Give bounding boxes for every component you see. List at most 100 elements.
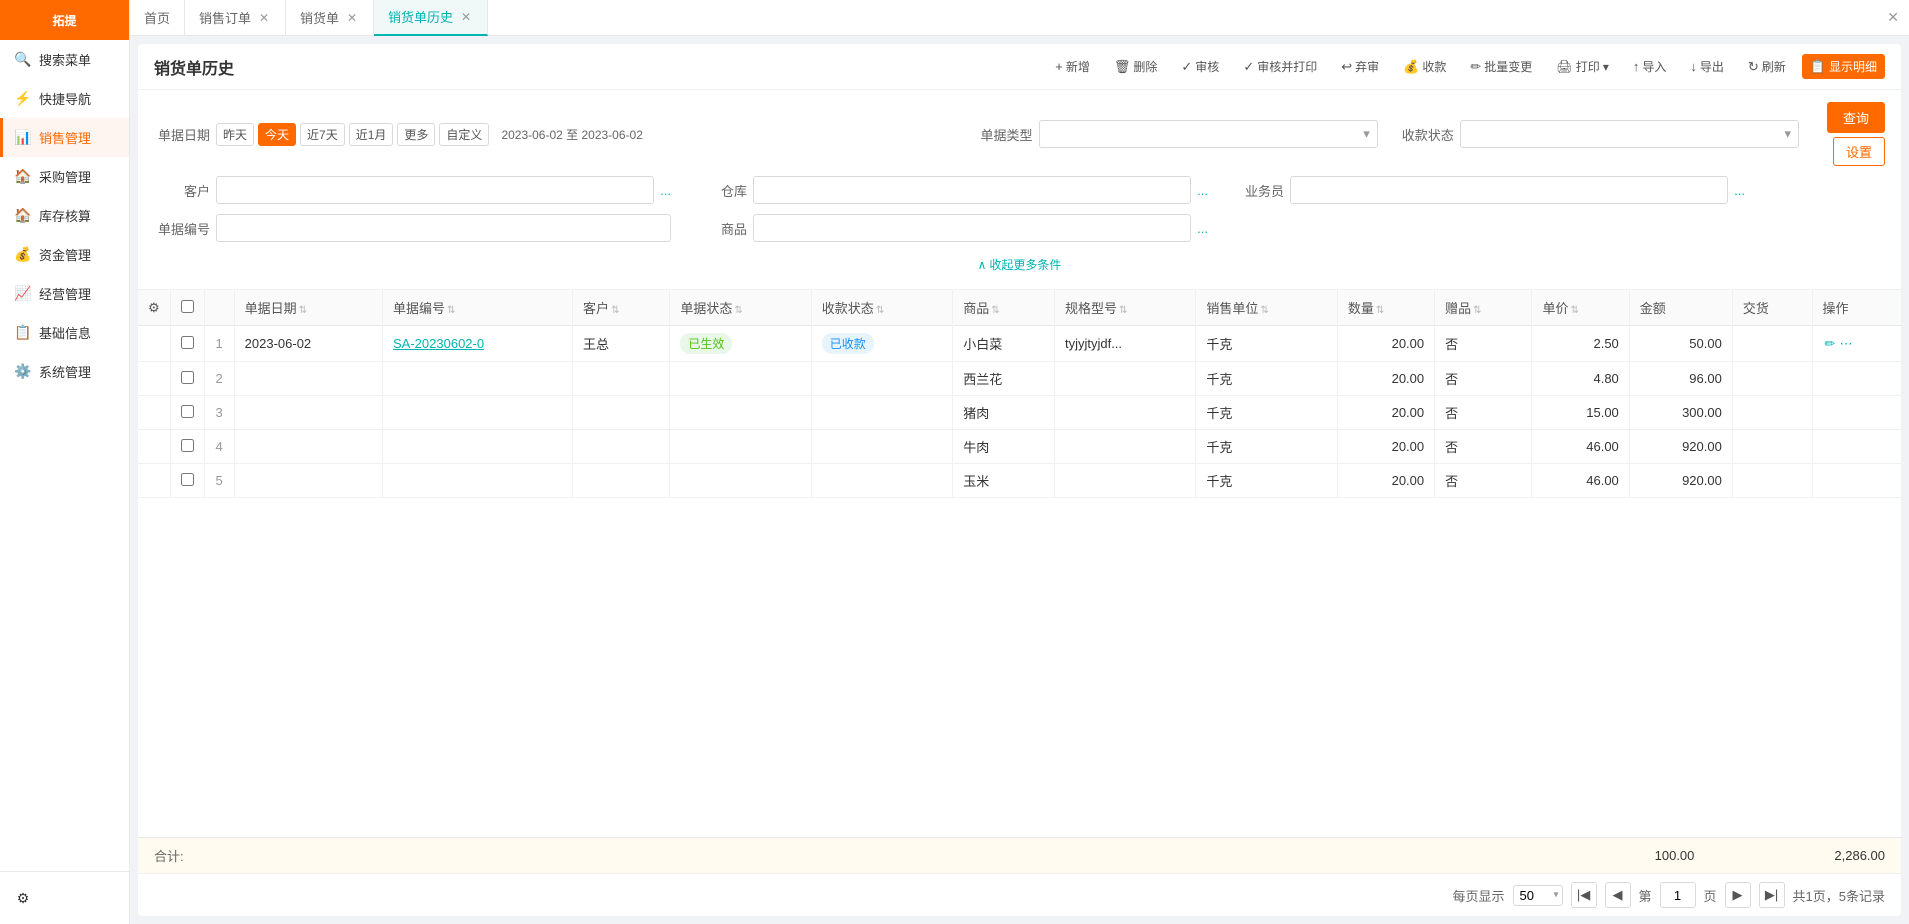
first-page-button[interactable]: |◀: [1571, 882, 1597, 908]
row-checkbox[interactable]: [170, 464, 204, 498]
filter-warehouse: 仓库 ...: [691, 176, 1208, 204]
show-details-button[interactable]: 📋 显示明细: [1802, 54, 1885, 79]
row-num: 1: [204, 326, 234, 362]
col-product[interactable]: 商品⇅: [953, 290, 1055, 326]
set-button[interactable]: 设置: [1833, 137, 1885, 166]
tab-sales-shipment-close[interactable]: ✕: [345, 11, 359, 25]
col-doc-number[interactable]: 单据编号⇅: [383, 290, 573, 326]
sidebar-item-purchase-mgmt[interactable]: 🏠 采购管理: [0, 157, 129, 196]
payment-status-select[interactable]: [1460, 120, 1799, 148]
page-title: 销货单历史: [154, 55, 234, 79]
next-page-button[interactable]: ▶: [1725, 882, 1751, 908]
tab-home[interactable]: 首页: [130, 0, 185, 36]
col-spec[interactable]: 规格型号⇅: [1054, 290, 1195, 326]
tab-bar-end: ✕: [1887, 9, 1909, 26]
page-size-select[interactable]: 20 50 100: [1513, 885, 1563, 906]
import-button[interactable]: ↑ 导入: [1625, 54, 1675, 79]
doc-type-select[interactable]: [1039, 120, 1378, 148]
sidebar-item-system-mgmt[interactable]: ⚙️ 系统管理: [0, 352, 129, 391]
row-checkbox[interactable]: [170, 396, 204, 430]
row-num: 5: [204, 464, 234, 498]
sort-gift-icon: ⇅: [1473, 305, 1481, 316]
col-checkbox[interactable]: [170, 290, 204, 326]
sidebar-item-search-menu[interactable]: 🔍 搜索菜单: [0, 40, 129, 79]
review-print-button[interactable]: ✓ 审核并打印: [1235, 54, 1325, 79]
shortcut-yesterday[interactable]: 昨天: [216, 123, 254, 146]
edit-action[interactable]: ✏: [1825, 336, 1836, 351]
customer-ellipsis[interactable]: ...: [660, 183, 671, 198]
doc-number-link[interactable]: SA-20230602-0: [393, 336, 484, 351]
row-select-checkbox[interactable]: [181, 371, 194, 384]
collapse-button[interactable]: ∧ 收起更多条件: [974, 252, 1066, 277]
shortcut-more[interactable]: 更多: [397, 123, 435, 146]
sidebar-item-sales-mgmt[interactable]: 📊 销售管理: [0, 118, 129, 157]
delete-button[interactable]: 🗑 删除: [1106, 54, 1166, 79]
sidebar-bottom-item1[interactable]: ⚙: [0, 880, 129, 916]
row-price: 15.00: [1532, 396, 1629, 430]
new-button[interactable]: + 新增: [1047, 54, 1098, 79]
col-customer[interactable]: 客户⇅: [573, 290, 670, 326]
tab-sales-shipment[interactable]: 销货单 ✕: [286, 0, 374, 36]
sidebar-item-ops-mgmt[interactable]: 📈 经营管理: [0, 274, 129, 313]
warehouse-input[interactable]: [753, 176, 1191, 204]
row-gift: 否: [1435, 326, 1532, 362]
row-select-checkbox[interactable]: [181, 336, 194, 349]
collapse-text: 收起更多条件: [989, 256, 1061, 273]
tab-sales-order-close[interactable]: ✕: [257, 11, 271, 25]
row-checkbox[interactable]: [170, 362, 204, 396]
review-button[interactable]: ✓ 审核: [1173, 54, 1227, 79]
tab-sales-order[interactable]: 销售订单 ✕: [185, 0, 286, 36]
row-transaction: [1732, 362, 1812, 396]
customer-input[interactable]: [216, 176, 654, 204]
page-number-input[interactable]: [1660, 882, 1696, 908]
shortcut-last-month[interactable]: 近1月: [349, 123, 394, 146]
doc-number-input[interactable]: [216, 214, 671, 242]
warehouse-ellipsis[interactable]: ...: [1197, 183, 1208, 198]
print-button[interactable]: 🖨 打印 ▾: [1548, 54, 1617, 79]
collect-button[interactable]: 💰 收款: [1395, 54, 1454, 79]
refresh-button[interactable]: ↻ 刷新: [1740, 54, 1794, 79]
row-amount: 920.00: [1629, 464, 1732, 498]
col-price[interactable]: 单价⇅: [1532, 290, 1629, 326]
row-select-checkbox[interactable]: [181, 439, 194, 452]
shortcut-custom[interactable]: 自定义: [439, 123, 489, 146]
export-button[interactable]: ↓ 导出: [1682, 54, 1732, 79]
col-doc-status[interactable]: 单据状态⇅: [670, 290, 811, 326]
tab-sales-history-close[interactable]: ✕: [459, 10, 473, 24]
row-transaction: [1732, 464, 1812, 498]
col-gift[interactable]: 赠品⇅: [1435, 290, 1532, 326]
sidebar-item-quick-nav[interactable]: ⚡ 快捷导航: [0, 79, 129, 118]
prev-page-button[interactable]: ◀: [1605, 882, 1631, 908]
last-page-button[interactable]: ▶|: [1759, 882, 1785, 908]
col-settings[interactable]: ⚙: [138, 290, 170, 326]
col-qty[interactable]: 数量⇅: [1337, 290, 1434, 326]
sidebar-item-inventory[interactable]: 🏠 库存核算: [0, 196, 129, 235]
row-checkbox[interactable]: [170, 326, 204, 362]
select-all-checkbox[interactable]: [181, 300, 194, 313]
col-unit[interactable]: 销售单位⇅: [1196, 290, 1337, 326]
shortcut-today[interactable]: 今天: [258, 123, 296, 146]
salesperson-ellipsis[interactable]: ...: [1734, 183, 1745, 198]
sidebar-item-funds-mgmt[interactable]: 💰 资金管理: [0, 235, 129, 274]
row-checkbox[interactable]: [170, 430, 204, 464]
abandon-button[interactable]: ↩ 弃审: [1333, 54, 1387, 79]
tab-sales-history[interactable]: 销货单历史 ✕: [374, 0, 488, 36]
row-select-checkbox[interactable]: [181, 405, 194, 418]
product-input[interactable]: [753, 214, 1191, 242]
shortcut-last7[interactable]: 近7天: [300, 123, 345, 146]
sidebar-item-basic-info[interactable]: 📋 基础信息: [0, 313, 129, 352]
sidebar-item-label: 资金管理: [39, 245, 91, 264]
col-pay-status[interactable]: 收款状态⇅: [811, 290, 952, 326]
query-button[interactable]: 查询: [1827, 102, 1885, 133]
col-date[interactable]: 单据日期⇅: [234, 290, 382, 326]
row-select-checkbox[interactable]: [181, 473, 194, 486]
table-footer: 合计: 100.00 2,286.00: [138, 837, 1901, 873]
product-ellipsis[interactable]: ...: [1197, 221, 1208, 236]
more-action[interactable]: ⋯: [1839, 336, 1852, 351]
batch-change-button[interactable]: ✏ 批量变更: [1462, 54, 1540, 79]
row-transaction: [1732, 430, 1812, 464]
tab-window-close[interactable]: ✕: [1887, 9, 1899, 26]
row-spec: [1054, 396, 1195, 430]
date-shortcuts: 昨天 今天 近7天 近1月 更多 自定义: [216, 123, 489, 146]
salesperson-input[interactable]: [1290, 176, 1728, 204]
